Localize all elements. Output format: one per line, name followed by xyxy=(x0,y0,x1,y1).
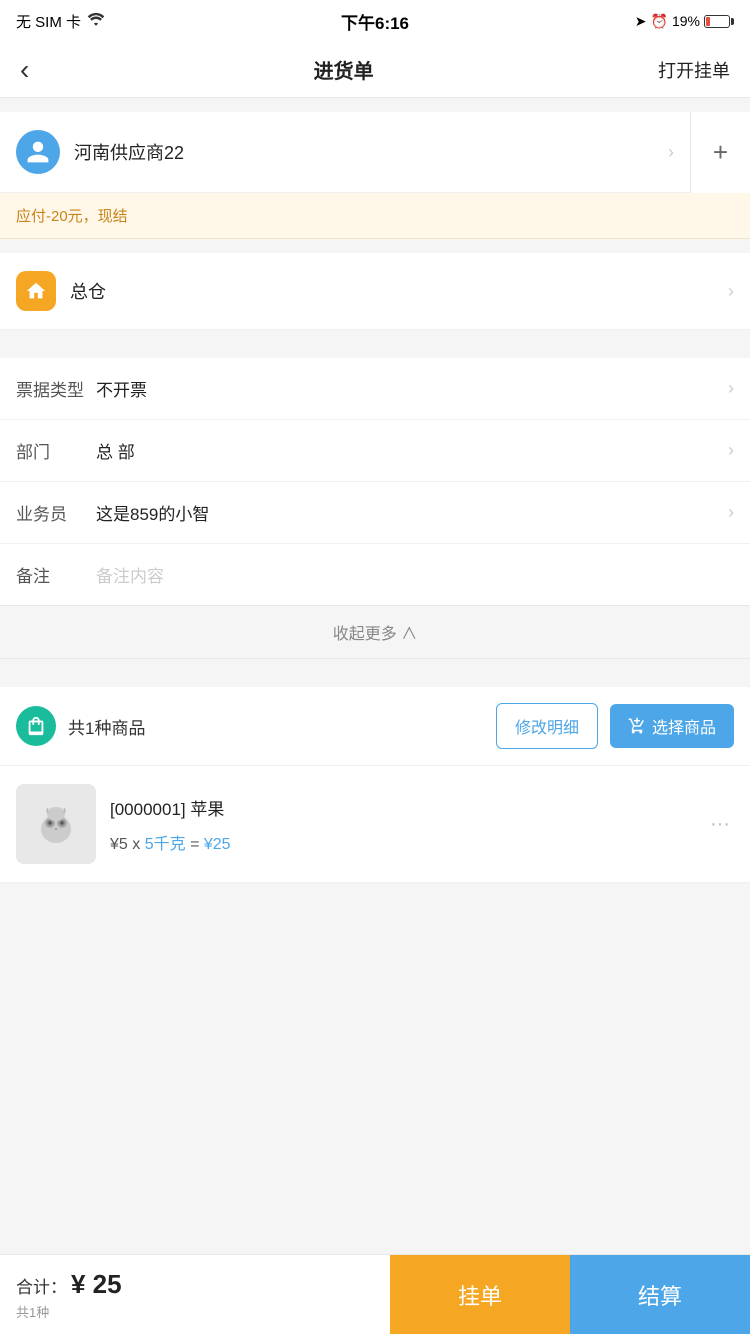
edit-detail-button[interactable]: 修改明细 xyxy=(496,703,598,749)
section-divider-3 xyxy=(0,330,750,344)
select-product-button[interactable]: 选择商品 xyxy=(610,704,734,748)
bottom-bar: 合计： ¥ 25 共1种 挂单 结算 xyxy=(0,1254,750,1334)
total-label: 合计： xyxy=(16,1273,67,1298)
remark-row[interactable]: 备注 备注内容 xyxy=(0,544,750,605)
cart-plus-icon xyxy=(628,717,646,735)
department-row[interactable]: 部门 总 部 › xyxy=(0,420,750,482)
supplier-section: 河南供应商22 › + xyxy=(0,112,750,193)
battery-icon xyxy=(704,15,734,28)
form-section: 票据类型 不开票 › 部门 总 部 › 业务员 这是859的小智 › 备注 备注… xyxy=(0,358,750,605)
wifi-icon xyxy=(87,12,105,30)
warehouse-icon-container xyxy=(16,271,56,311)
total-amount: ¥ 25 xyxy=(71,1269,122,1300)
collapse-bar[interactable]: 收起更多 ∧ xyxy=(0,605,750,659)
salesperson-row[interactable]: 业务员 这是859的小智 › xyxy=(0,482,750,544)
notice-text: 应付-20元，现结 xyxy=(16,208,128,225)
department-value: 总 部 xyxy=(96,438,720,463)
section-divider-1 xyxy=(0,98,750,112)
product-info: [0000001] 苹果 ¥5 x 5千克 = ¥25 xyxy=(110,795,692,854)
status-left: 无 SIM 卡 xyxy=(16,11,105,32)
status-right: ➤ ⏰ 19% xyxy=(635,13,734,30)
carrier-label: 无 SIM 卡 xyxy=(16,11,81,32)
notice-bar: 应付-20元，现结 xyxy=(0,193,750,239)
person-icon xyxy=(25,139,51,165)
section-divider-2 xyxy=(0,239,750,253)
status-bar: 无 SIM 卡 下午6:16 ➤ ⏰ 19% xyxy=(0,0,750,42)
product-code: [0000001] xyxy=(110,800,186,819)
price-unit: ¥5 xyxy=(110,836,128,853)
remark-label: 备注 xyxy=(16,562,96,587)
nav-bar: ‹ 进货单 打开挂单 xyxy=(0,42,750,98)
salesperson-chevron-icon: › xyxy=(728,502,734,523)
product-more-button[interactable]: ··· xyxy=(706,809,734,840)
supplier-name: 河南供应商22 xyxy=(74,139,660,165)
product-name: [0000001] 苹果 xyxy=(110,795,692,820)
hang-order-button[interactable]: 挂单 xyxy=(390,1255,570,1334)
remark-value: 备注内容 xyxy=(96,562,734,587)
ticket-type-row[interactable]: 票据类型 不开票 › xyxy=(0,358,750,420)
time-label: 下午6:16 xyxy=(341,9,409,34)
page-content: 河南供应商22 › + 应付-20元，现结 总仓 › 票据类型 不开票 › 部门 xyxy=(0,98,750,973)
product-item: [0000001] 苹果 ¥5 x 5千克 = ¥25 ··· xyxy=(0,766,750,883)
supplier-avatar xyxy=(16,130,60,174)
ticket-type-value: 不开票 xyxy=(96,376,720,401)
ticket-type-label: 票据类型 xyxy=(16,376,96,401)
supplier-selector[interactable]: 河南供应商22 › xyxy=(0,112,690,193)
total-section: 合计： ¥ 25 共1种 xyxy=(0,1255,390,1334)
department-chevron-icon: › xyxy=(728,440,734,461)
section-divider-4 xyxy=(0,659,750,673)
total-count: 共1种 xyxy=(16,1302,374,1321)
product-quantity: 5千克 xyxy=(145,836,186,853)
product-price: ¥5 x 5千克 = ¥25 xyxy=(110,830,692,854)
product-thumbnail xyxy=(16,784,96,864)
add-supplier-button[interactable]: + xyxy=(690,112,750,193)
warehouse-icon xyxy=(25,280,47,302)
warehouse-row[interactable]: 总仓 › xyxy=(0,253,750,330)
back-button[interactable]: ‹ xyxy=(20,54,29,86)
salesperson-label: 业务员 xyxy=(16,500,96,525)
warehouse-chevron-icon: › xyxy=(728,281,734,302)
open-pending-button[interactable]: 打开挂单 xyxy=(658,57,730,83)
warehouse-name: 总仓 xyxy=(70,278,720,304)
ticket-type-chevron-icon: › xyxy=(728,378,734,399)
shopping-bag-icon xyxy=(25,715,47,737)
products-count: 共1种商品 xyxy=(68,714,484,739)
battery-percent: 19% xyxy=(672,13,700,29)
owl-logo-icon xyxy=(31,799,81,849)
location-icon: ➤ xyxy=(635,13,647,30)
multiply-sign: x xyxy=(132,836,144,853)
products-icon-container xyxy=(16,706,56,746)
page-title: 进货单 xyxy=(314,55,374,84)
select-product-label: 选择商品 xyxy=(652,714,716,738)
alarm-icon: ⏰ xyxy=(651,13,668,30)
products-header: 共1种商品 修改明细 选择商品 xyxy=(0,687,750,766)
supplier-chevron-icon: › xyxy=(668,142,674,163)
settle-button[interactable]: 结算 xyxy=(570,1255,750,1334)
department-label: 部门 xyxy=(16,438,96,463)
equals-sign: = xyxy=(190,836,204,853)
salesperson-value: 这是859的小智 xyxy=(96,500,720,525)
product-subtotal: ¥25 xyxy=(204,836,231,853)
